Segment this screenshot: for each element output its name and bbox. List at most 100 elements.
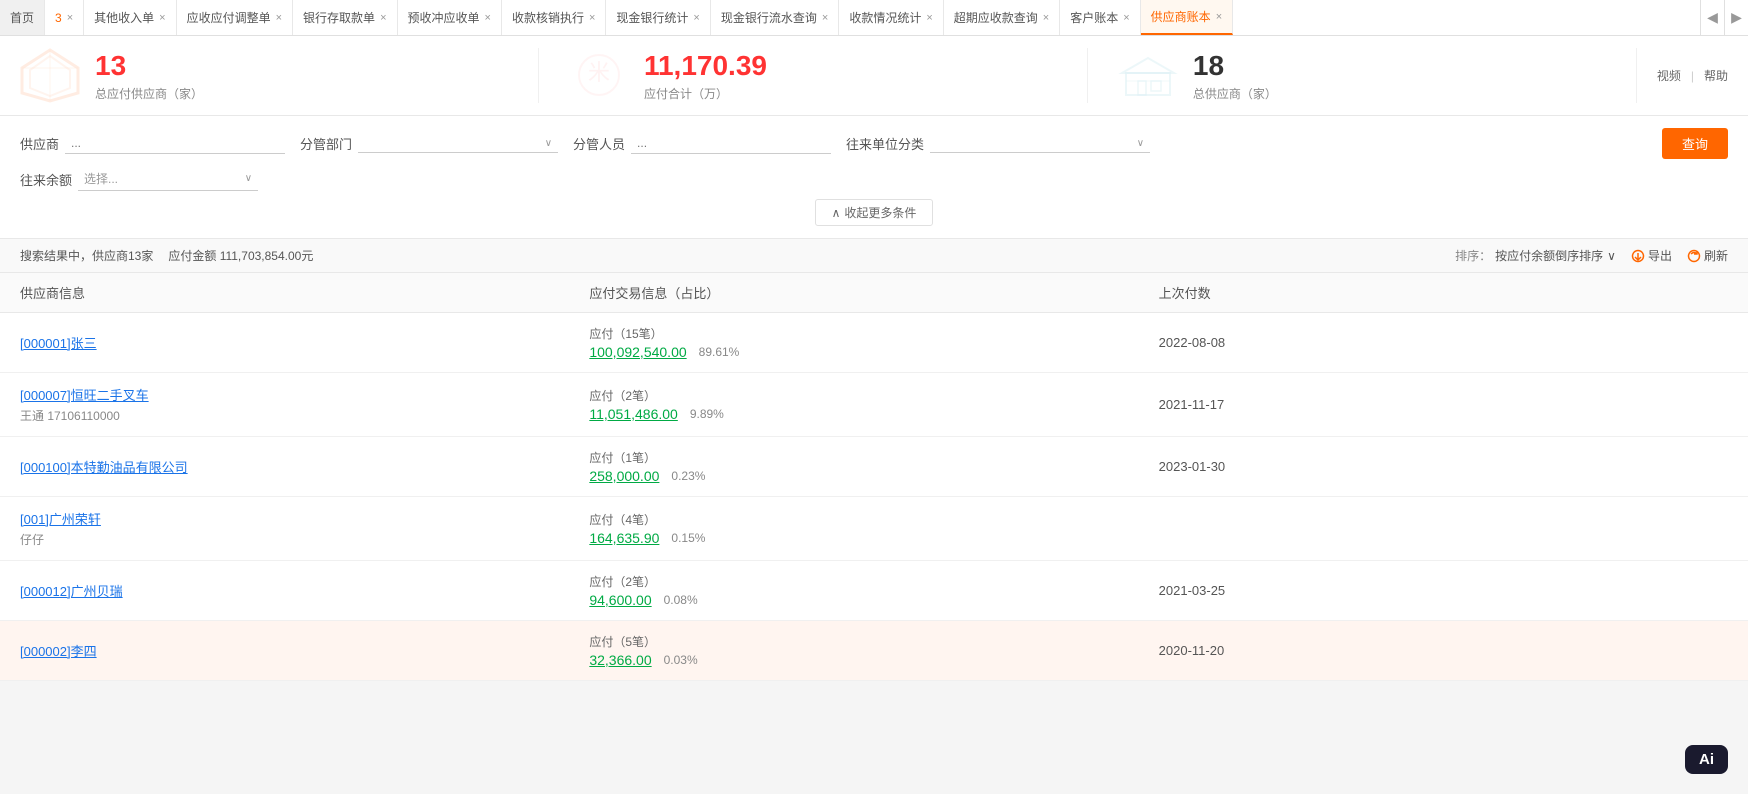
nav-tab-customer-ledger[interactable]: 客户账本 × bbox=[1060, 0, 1140, 35]
person-label: 分管人员 bbox=[573, 134, 625, 153]
transaction-info-1: 应付（15笔） 100,092,540.00 89.61% bbox=[589, 325, 1158, 360]
table-row: [000007]恒旺二手叉车 王通 17106110000 应付（2笔） 11,… bbox=[0, 373, 1748, 437]
nav-prev-button[interactable]: ◀ bbox=[1700, 0, 1724, 35]
close-tab-other-income[interactable]: × bbox=[159, 12, 165, 24]
close-tab-prepay-ar[interactable]: × bbox=[485, 12, 491, 24]
nav-tab-bank-deposit[interactable]: 银行存取款单 × bbox=[293, 0, 397, 35]
query-button[interactable]: 查询 bbox=[1662, 128, 1728, 159]
export-icon bbox=[1631, 249, 1645, 263]
refresh-button[interactable]: 刷新 bbox=[1687, 247, 1728, 264]
supplier-link-1[interactable]: [000001]张三 bbox=[20, 333, 589, 352]
sort-selector[interactable]: 排序： 按应付余额倒序排序 ∨ bbox=[1455, 247, 1616, 264]
supplier-link-2[interactable]: [000007]恒旺二手叉车 bbox=[20, 385, 589, 404]
close-tab-bank-deposit[interactable]: × bbox=[380, 12, 386, 24]
close-tab-supplier-ledger[interactable]: × bbox=[1216, 11, 1222, 23]
supplier-info-4: [001]广州荣轩 仔仔 bbox=[20, 509, 589, 548]
trans-amount-5[interactable]: 94,600.00 bbox=[589, 592, 651, 608]
stat-card-payable-total: 米 11,170.39 应付合计（万） bbox=[539, 48, 1088, 103]
trans-percent-3: 0.23% bbox=[671, 469, 705, 483]
table-row: [000001]张三 应付（15笔） 100,092,540.00 89.61%… bbox=[0, 313, 1748, 373]
trans-percent-5: 0.08% bbox=[664, 593, 698, 607]
balance-select[interactable]: 选择... ∨ bbox=[78, 167, 258, 191]
collapse-button[interactable]: ∧ 收起更多条件 bbox=[815, 199, 934, 226]
last-payment-2: 2021-11-17 bbox=[1159, 397, 1728, 412]
nav-tab-other-income[interactable]: 其他收入单 × bbox=[84, 0, 176, 35]
dept-select[interactable]: ∨ bbox=[358, 135, 558, 153]
supplier-link-4[interactable]: [001]广州荣轩 bbox=[20, 509, 589, 528]
trans-amount-2[interactable]: 11,051,486.00 bbox=[589, 406, 678, 422]
table-row: [001]广州荣轩 仔仔 应付（4笔） 164,635.90 0.15% bbox=[0, 497, 1748, 561]
nav-tab-cash-bank-flow[interactable]: 现金银行流水查询 × bbox=[711, 0, 839, 35]
supplier-link-6[interactable]: [000002]李四 bbox=[20, 641, 589, 660]
stat-card-payable-suppliers: 13 总应付供应商（家） bbox=[20, 48, 539, 103]
col-header-last-payment: 上次付数 bbox=[1159, 283, 1728, 302]
nav-tab-ar-ap-adjust[interactable]: 应收应付调整单 × bbox=[177, 0, 293, 35]
nav-tab-collection-exec[interactable]: 收款核销执行 × bbox=[502, 0, 606, 35]
table-row: [000100]本特勤油品有限公司 应付（1笔） 258,000.00 0.23… bbox=[0, 437, 1748, 497]
video-link[interactable]: 视频 bbox=[1657, 67, 1681, 84]
filter-area: 供应商 分管部门 ∨ 分管人员 往来单位分类 ∨ 查询 往来余额 选择 bbox=[0, 116, 1748, 239]
result-supplier-count: 搜索结果中，供应商13家 bbox=[20, 247, 153, 264]
nav-tab-home[interactable]: 首页 bbox=[0, 0, 45, 35]
dept-select-arrow: ∨ bbox=[545, 138, 552, 149]
last-payment-6: 2020-11-20 bbox=[1159, 643, 1728, 658]
table-header: 供应商信息 应付交易信息（占比） 上次付数 bbox=[0, 273, 1748, 313]
close-tab-collection-exec[interactable]: × bbox=[589, 12, 595, 24]
filter-person: 分管人员 bbox=[573, 133, 831, 154]
supplier-label: 供应商 bbox=[20, 134, 59, 153]
supplier-link-5[interactable]: [000012]广州贝瑞 bbox=[20, 581, 589, 600]
export-button[interactable]: 导出 bbox=[1631, 247, 1672, 264]
supplier-info-5: [000012]广州贝瑞 bbox=[20, 581, 589, 600]
close-tab-customer-ledger[interactable]: × bbox=[1123, 12, 1129, 24]
help-link[interactable]: 帮助 bbox=[1704, 67, 1728, 84]
payable-total-number: 11,170.39 bbox=[644, 49, 767, 83]
data-table: 供应商信息 应付交易信息（占比） 上次付数 [000001]张三 应付（15笔）… bbox=[0, 273, 1748, 681]
close-tab-cash-bank-flow[interactable]: × bbox=[822, 12, 828, 24]
ai-badge[interactable]: Ai bbox=[1685, 745, 1728, 774]
trans-amount-3[interactable]: 258,000.00 bbox=[589, 468, 659, 484]
filter-category: 往来单位分类 ∨ bbox=[846, 134, 1150, 153]
transaction-info-6: 应付（5笔） 32,366.00 0.03% bbox=[589, 633, 1158, 668]
close-tab-cash-bank-stat[interactable]: × bbox=[693, 12, 699, 24]
trans-amount-6[interactable]: 32,366.00 bbox=[589, 652, 651, 668]
transaction-info-3: 应付（1笔） 258,000.00 0.23% bbox=[589, 449, 1158, 484]
rice-icon: 米 bbox=[569, 48, 629, 103]
nav-tab-overdue-ar[interactable]: 超期应收款查询 × bbox=[944, 0, 1060, 35]
col-header-transaction: 应付交易信息（占比） bbox=[589, 283, 1158, 302]
close-tab-collection-stat[interactable]: × bbox=[926, 12, 932, 24]
category-label: 往来单位分类 bbox=[846, 134, 924, 153]
supplier-sub-2: 王通 17106110000 bbox=[20, 407, 589, 424]
store-icon bbox=[1118, 48, 1178, 103]
supplier-sub-4: 仔仔 bbox=[20, 531, 589, 548]
table-row: [000002]李四 应付（5笔） 32,366.00 0.03% 2020-1… bbox=[0, 621, 1748, 681]
supplier-info-3: [000100]本特勤油品有限公司 bbox=[20, 457, 589, 476]
close-tab-ar-ap-adjust[interactable]: × bbox=[276, 12, 282, 24]
close-tab-3[interactable]: × bbox=[67, 12, 73, 24]
nav-tab-collection-stat[interactable]: 收款情况统计 × bbox=[839, 0, 943, 35]
col-header-supplier: 供应商信息 bbox=[20, 283, 589, 302]
trans-percent-6: 0.03% bbox=[664, 653, 698, 667]
nav-tab-3[interactable]: 3 × bbox=[45, 0, 84, 35]
filter-dept: 分管部门 ∨ bbox=[300, 134, 558, 153]
trans-amount-4[interactable]: 164,635.90 bbox=[589, 530, 659, 546]
close-tab-overdue-ar[interactable]: × bbox=[1043, 12, 1049, 24]
supplier-link-3[interactable]: [000100]本特勤油品有限公司 bbox=[20, 457, 589, 476]
person-input[interactable] bbox=[631, 133, 831, 154]
total-suppliers-number: 18 bbox=[1193, 49, 1277, 83]
total-suppliers-label: 总供应商（家） bbox=[1193, 85, 1277, 102]
nav-tab-supplier-ledger[interactable]: 供应商账本 × bbox=[1141, 0, 1233, 35]
supplier-input[interactable] bbox=[65, 133, 285, 154]
filter-supplier: 供应商 bbox=[20, 133, 285, 154]
category-select[interactable]: ∨ bbox=[930, 135, 1150, 153]
trans-percent-1: 89.61% bbox=[699, 345, 740, 359]
diamond-icon bbox=[20, 48, 80, 103]
nav-tab-prepay-ar[interactable]: 预收冲应收单 × bbox=[398, 0, 502, 35]
help-links: 视频 | 帮助 bbox=[1637, 67, 1728, 84]
trans-percent-2: 9.89% bbox=[690, 407, 724, 421]
nav-tab-cash-bank-stat[interactable]: 现金银行统计 × bbox=[606, 0, 710, 35]
trans-amount-1[interactable]: 100,092,540.00 bbox=[589, 344, 686, 360]
category-select-arrow: ∨ bbox=[1137, 138, 1144, 149]
supplier-info-1: [000001]张三 bbox=[20, 333, 589, 352]
nav-next-button[interactable]: ▶ bbox=[1724, 0, 1748, 35]
balance-label: 往来余额 bbox=[20, 170, 72, 189]
